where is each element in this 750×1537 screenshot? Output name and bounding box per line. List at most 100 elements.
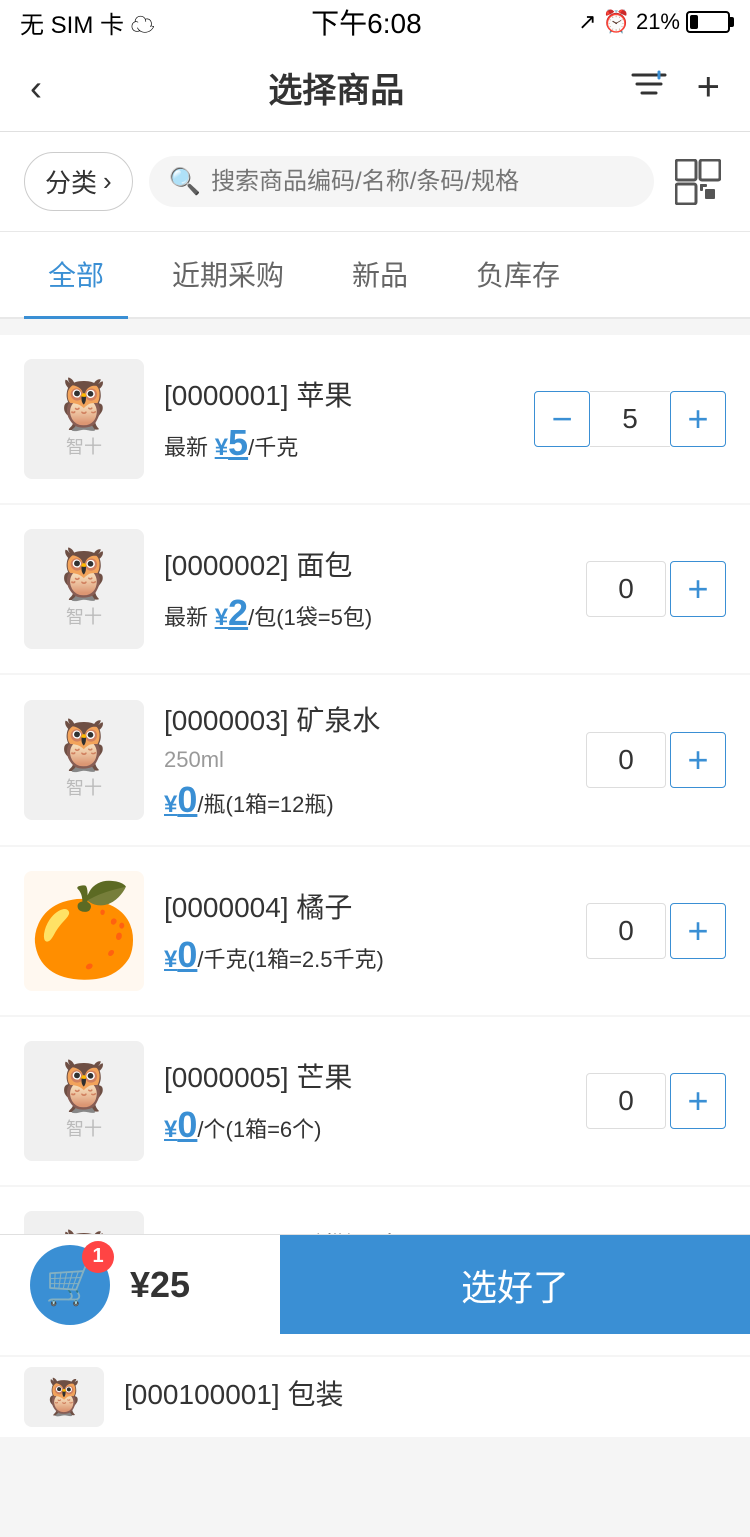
owl-icon: 🦉 (53, 720, 115, 770)
product-name: [0000004] 橘子 (164, 886, 566, 926)
owl-icon: 🦉 (53, 1061, 115, 1111)
page-title: 选择商品 (268, 63, 404, 112)
owl-text: 智十 (66, 774, 102, 800)
status-bar: 无 SIM 卡 ☁ 下午6:08 ↗ ⏰ 21% (0, 0, 750, 44)
filter-icon (631, 69, 667, 99)
qty-input[interactable] (586, 1073, 666, 1129)
product-info: [000100001] 包装 (124, 1373, 726, 1421)
product-price: ¥0/瓶(1箱=12瓶) (164, 779, 566, 821)
product-image: 🦉 智十 (24, 1041, 144, 1161)
product-price: ¥0/个(1箱=6个) (164, 1104, 566, 1146)
owl-icon: 🦉 (53, 549, 115, 599)
qty-increase-button[interactable]: + (670, 732, 726, 788)
table-row: 🦉 智十 [0000005] 芒果 ¥0/个(1箱=6个) + (0, 1017, 750, 1185)
product-qty: + (586, 1073, 726, 1129)
tab-all[interactable]: 全部 (24, 232, 128, 319)
sim-status: 无 SIM 卡 ☁ (20, 5, 155, 40)
product-info: [0000003] 矿泉水 250ml ¥0/瓶(1箱=12瓶) (164, 699, 566, 821)
product-emoji: 🍊 (28, 871, 140, 991)
owl-icon: 🦉 (53, 379, 115, 429)
filter-bar: 分类 › 🔍 (0, 132, 750, 232)
table-row: 🦉 智十 [0000003] 矿泉水 250ml ¥0/瓶(1箱=12瓶) + (0, 675, 750, 845)
product-info: [0000002] 面包 最新 ¥2/包(1袋=5包) (164, 544, 566, 634)
product-image: 🦉 智十 (24, 529, 144, 649)
bottom-bar: 🛒 1 ¥25 选好了 (0, 1234, 750, 1334)
location-icon: ↗ (578, 9, 596, 35)
tab-new[interactable]: 新品 (328, 232, 432, 319)
qty-increase-button[interactable]: + (670, 561, 726, 617)
cart-total: ¥25 (130, 1264, 190, 1306)
product-image: 🍊 (24, 871, 144, 991)
table-row: 🍊 [0000004] 橘子 ¥0/千克(1箱=2.5千克) + (0, 847, 750, 1015)
product-info: [0000004] 橘子 ¥0/千克(1箱=2.5千克) (164, 886, 566, 976)
nav-icons: + (631, 65, 720, 110)
owl-text: 智十 (66, 433, 102, 459)
status-time: 下午6:08 (311, 2, 422, 42)
back-button[interactable]: ‹ (30, 67, 42, 109)
qty-input[interactable] (586, 561, 666, 617)
divider (0, 319, 750, 335)
tab-negative[interactable]: 负库存 (452, 232, 584, 319)
owl-icon: 🦉 (42, 1379, 87, 1415)
owl-text: 智十 (66, 603, 102, 629)
scan-icon (675, 159, 721, 205)
cart-badge: 1 (82, 1241, 114, 1273)
product-info: [0000001] 苹果 最新 ¥5/千克 (164, 374, 514, 464)
category-chevron-icon: › (103, 166, 112, 197)
product-image: 🦉 (24, 1367, 104, 1427)
qty-increase-button[interactable]: + (670, 391, 726, 447)
product-price: 最新 ¥5/千克 (164, 422, 514, 464)
battery-percent: 21% (636, 9, 680, 35)
product-image: 🦉 智十 (24, 359, 144, 479)
status-left: 无 SIM 卡 ☁ (20, 5, 155, 40)
table-row: 🦉 智十 [0000002] 面包 最新 ¥2/包(1袋=5包) + (0, 505, 750, 673)
product-name: [0000002] 面包 (164, 544, 566, 584)
product-name: [000100001] 包装 (124, 1373, 726, 1413)
product-price: ¥0/千克(1箱=2.5千克) (164, 934, 566, 976)
placeholder-image: 🦉 智十 (24, 359, 144, 479)
tab-bar: 全部 近期采购 新品 负库存 (0, 232, 750, 319)
tab-recent[interactable]: 近期采购 (148, 232, 308, 319)
category-label: 分类 (45, 163, 97, 200)
product-name: [0000005] 芒果 (164, 1056, 566, 1096)
category-button[interactable]: 分类 › (24, 152, 133, 211)
battery-icon (686, 11, 730, 33)
product-qty: + (586, 561, 726, 617)
qty-increase-button[interactable]: + (670, 1073, 726, 1129)
product-name: [0000003] 矿泉水 (164, 699, 566, 739)
product-qty: + (586, 903, 726, 959)
cart-icon-button[interactable]: 🛒 1 (30, 1245, 110, 1325)
qty-input[interactable] (590, 391, 670, 447)
product-name: [0000001] 苹果 (164, 374, 514, 414)
qty-increase-button[interactable]: + (670, 903, 726, 959)
owl-text: 智十 (66, 1115, 102, 1141)
placeholder-image: 🦉 智十 (24, 1041, 144, 1161)
search-input[interactable] (211, 168, 634, 196)
qty-input[interactable] (586, 732, 666, 788)
table-row: 🦉 智十 [0000001] 苹果 最新 ¥5/千克 − + (0, 335, 750, 503)
add-button[interactable]: + (697, 65, 720, 110)
placeholder-image: 🦉 智十 (24, 700, 144, 820)
product-price: 最新 ¥2/包(1袋=5包) (164, 592, 566, 634)
product-info: [0000005] 芒果 ¥0/个(1箱=6个) (164, 1056, 566, 1146)
cart-area: 🛒 1 ¥25 (0, 1245, 280, 1325)
qty-input[interactable] (586, 903, 666, 959)
nav-bar: ‹ 选择商品 + (0, 44, 750, 132)
product-spec: 250ml (164, 747, 566, 773)
bottom-spacer (0, 1437, 750, 1537)
product-qty: + (586, 732, 726, 788)
placeholder-image: 🦉 (24, 1367, 104, 1427)
placeholder-image: 🦉 智十 (24, 529, 144, 649)
confirm-button[interactable]: 选好了 (280, 1235, 750, 1334)
scan-button[interactable] (670, 154, 726, 210)
search-box: 🔍 (149, 156, 654, 207)
battery-fill (690, 15, 698, 29)
filter-button[interactable] (631, 69, 667, 107)
alarm-icon: ⏰ (603, 9, 630, 35)
qty-decrease-button[interactable]: − (534, 391, 590, 447)
table-row: 🦉 [000100001] 包装 (0, 1357, 750, 1437)
product-qty: − + (534, 391, 726, 447)
search-icon: 🔍 (169, 166, 201, 197)
product-image: 🦉 智十 (24, 700, 144, 820)
status-right: ↗ ⏰ 21% (578, 9, 730, 35)
